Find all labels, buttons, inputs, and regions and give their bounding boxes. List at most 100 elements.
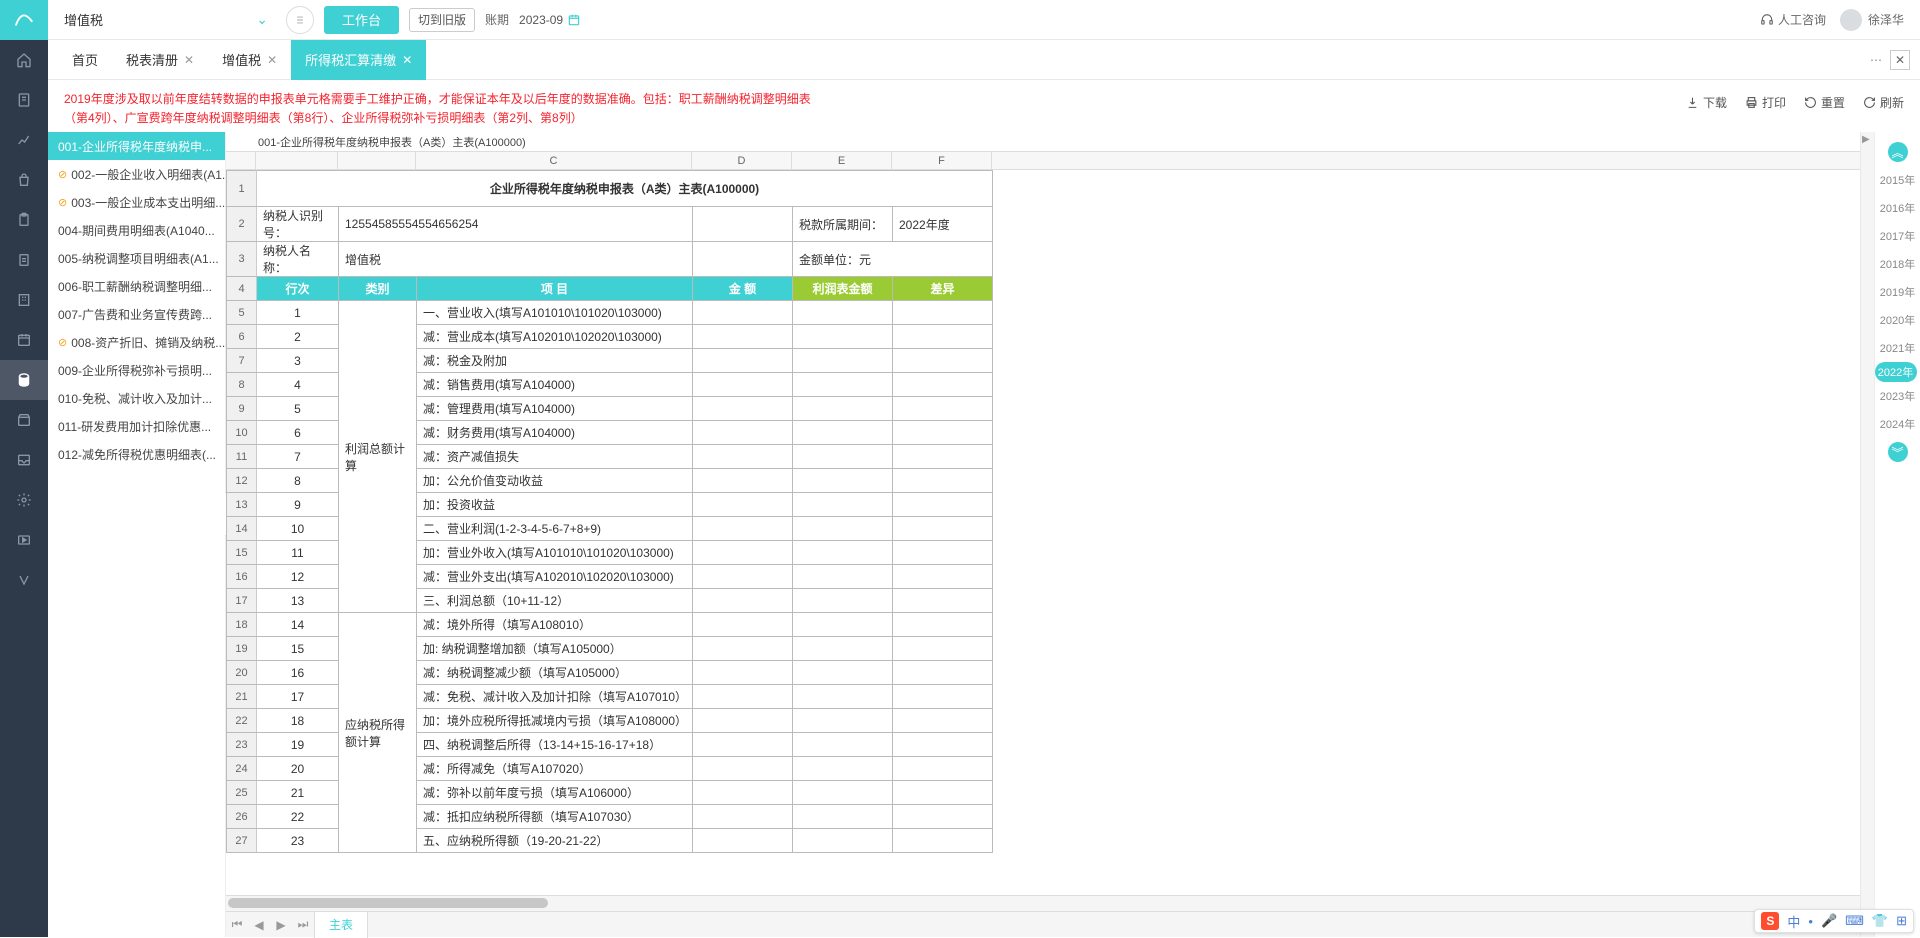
sidebar-item[interactable]: 004-期间费用明细表(A1040... — [48, 216, 225, 244]
amount-cell[interactable] — [693, 757, 793, 781]
diff-cell[interactable] — [893, 493, 993, 517]
nav-inbox-icon[interactable] — [0, 440, 48, 480]
amount-cell[interactable] — [693, 661, 793, 685]
taxpayer-name[interactable]: 增值税 — [339, 242, 693, 277]
nav-chart-icon[interactable] — [0, 120, 48, 160]
amount-cell[interactable] — [693, 589, 793, 613]
year-2023年[interactable]: 2023年 — [1875, 382, 1920, 410]
year-2018年[interactable]: 2018年 — [1875, 250, 1920, 278]
nav-calendar-icon[interactable] — [0, 320, 48, 360]
close-icon[interactable]: ✕ — [267, 53, 277, 67]
download-button[interactable]: 下载 — [1686, 94, 1727, 111]
ime-mic-icon[interactable]: 🎤 — [1821, 913, 1837, 929]
diff-cell[interactable] — [893, 613, 993, 637]
sheet-nav-next[interactable]: ▶ — [270, 918, 292, 932]
ime-toolbox-icon[interactable]: ⊞ — [1896, 913, 1907, 929]
year-scroll-down[interactable]: ︾ — [1888, 442, 1908, 462]
amount-cell[interactable] — [693, 325, 793, 349]
ime-toolbar[interactable]: S 中 • 🎤 ⌨ 👕 ⊞ — [1754, 909, 1914, 933]
diff-cell[interactable] — [893, 565, 993, 589]
pl-cell[interactable] — [793, 589, 893, 613]
grid-scroll[interactable]: 1企业所得税年度纳税申报表（A类）主表(A100000)2纳税人识别号：1255… — [226, 170, 1860, 895]
diff-cell[interactable] — [893, 829, 993, 853]
pl-cell[interactable] — [793, 469, 893, 493]
amount-cell[interactable] — [693, 397, 793, 421]
pl-cell[interactable] — [793, 565, 893, 589]
close-icon[interactable]: ✕ — [402, 53, 412, 67]
diff-cell[interactable] — [893, 757, 993, 781]
pl-cell[interactable] — [793, 685, 893, 709]
diff-cell[interactable] — [893, 349, 993, 373]
diff-cell[interactable] — [893, 661, 993, 685]
workspace-button[interactable]: 工作台 — [324, 6, 399, 34]
nav-bag-icon[interactable] — [0, 160, 48, 200]
tab-首页[interactable]: 首页 — [58, 40, 112, 80]
diff-cell[interactable] — [893, 421, 993, 445]
pl-cell[interactable] — [793, 445, 893, 469]
diff-cell[interactable] — [893, 589, 993, 613]
year-2019年[interactable]: 2019年 — [1875, 278, 1920, 306]
amount-cell[interactable] — [693, 373, 793, 397]
amount-cell[interactable] — [693, 349, 793, 373]
amount-cell[interactable] — [693, 469, 793, 493]
diff-cell[interactable] — [893, 325, 993, 349]
tab-税表清册[interactable]: 税表清册✕ — [112, 40, 208, 80]
pl-cell[interactable] — [793, 397, 893, 421]
tab-增值税[interactable]: 增值税✕ — [208, 40, 291, 80]
period-owner-value[interactable]: 2022年度 — [893, 207, 993, 242]
ime-keyboard-icon[interactable]: ⌨ — [1845, 913, 1864, 929]
sidebar-item[interactable]: ⊘002-一般企业收入明细表(A1... — [48, 160, 225, 188]
diff-cell[interactable] — [893, 469, 993, 493]
pl-cell[interactable] — [793, 325, 893, 349]
amount-cell[interactable] — [693, 805, 793, 829]
pl-cell[interactable] — [793, 757, 893, 781]
amount-cell[interactable] — [693, 613, 793, 637]
pl-cell[interactable] — [793, 421, 893, 445]
pl-cell[interactable] — [793, 301, 893, 325]
print-button[interactable]: 打印 — [1745, 94, 1786, 111]
nav-building-icon[interactable] — [0, 280, 48, 320]
year-2022年[interactable]: 2022年 — [1875, 362, 1917, 382]
amount-cell[interactable] — [693, 709, 793, 733]
pl-cell[interactable] — [793, 613, 893, 637]
sheet-tab-main[interactable]: 主表 — [314, 912, 368, 938]
diff-cell[interactable] — [893, 373, 993, 397]
list-icon-button[interactable] — [286, 6, 314, 34]
amount-cell[interactable] — [693, 421, 793, 445]
sidebar-item[interactable]: 010-免税、减计收入及加计... — [48, 384, 225, 412]
amount-cell[interactable] — [693, 565, 793, 589]
nav-archive-icon[interactable] — [0, 400, 48, 440]
tabs-more-icon[interactable]: ⋯ — [1866, 50, 1886, 70]
tabs-close-all-button[interactable]: ✕ — [1890, 50, 1910, 70]
ime-lang[interactable]: 中 — [1787, 912, 1800, 931]
nav-home-icon[interactable] — [0, 40, 48, 80]
amount-cell[interactable] — [693, 493, 793, 517]
pl-cell[interactable] — [793, 517, 893, 541]
sidebar-item[interactable]: ⊘008-资产折旧、摊销及纳税... — [48, 328, 225, 356]
sidebar-item[interactable]: 009-企业所得税弥补亏损明... — [48, 356, 225, 384]
taxpayer-id[interactable]: 125545855545546562​54 — [339, 207, 693, 242]
formula-bar[interactable]: 001-企业所得税年度纳税申报表（A类）主表(A100000) — [226, 132, 1860, 152]
pl-cell[interactable] — [793, 373, 893, 397]
diff-cell[interactable] — [893, 397, 993, 421]
consult-link[interactable]: 人工咨询 — [1760, 11, 1826, 28]
nav-settings-icon[interactable] — [0, 480, 48, 520]
company-selector[interactable]: 增值税 ⌄ — [56, 6, 276, 34]
tab-所得税汇算清缴[interactable]: 所得税汇算清缴✕ — [291, 40, 426, 80]
year-2015年[interactable]: 2015年 — [1875, 166, 1920, 194]
year-2024年[interactable]: 2024年 — [1875, 410, 1920, 438]
year-2020年[interactable]: 2020年 — [1875, 306, 1920, 334]
pl-cell[interactable] — [793, 805, 893, 829]
diff-cell[interactable] — [893, 301, 993, 325]
horizontal-scrollbar[interactable] — [226, 895, 1860, 911]
pl-cell[interactable] — [793, 709, 893, 733]
diff-cell[interactable] — [893, 637, 993, 661]
nav-clipboard2-icon[interactable] — [0, 240, 48, 280]
amount-cell[interactable] — [693, 445, 793, 469]
ime-skin-icon[interactable]: 👕 — [1872, 913, 1888, 929]
pl-cell[interactable] — [793, 349, 893, 373]
year-2021年[interactable]: 2021年 — [1875, 334, 1920, 362]
amount-cell[interactable] — [693, 637, 793, 661]
diff-cell[interactable] — [893, 445, 993, 469]
pl-cell[interactable] — [793, 781, 893, 805]
